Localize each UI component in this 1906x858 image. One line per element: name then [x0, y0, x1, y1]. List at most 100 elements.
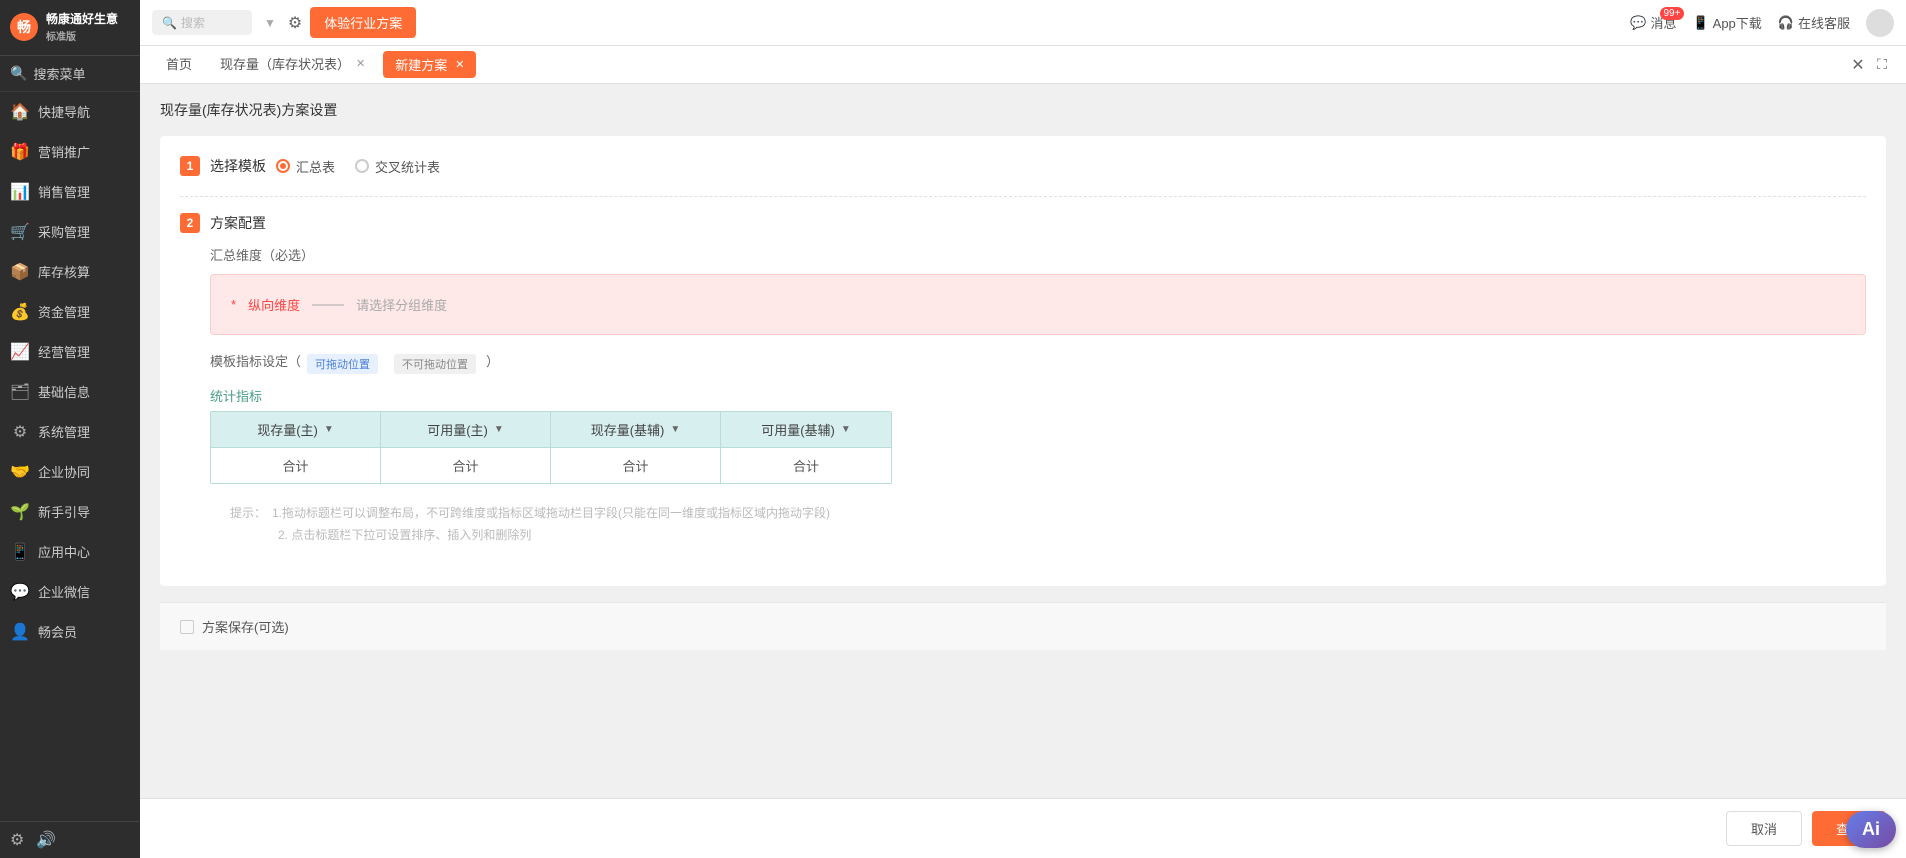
- sidebar-item-purchase[interactable]: 🛒 采购管理: [0, 212, 140, 252]
- sidebar-logo: 畅 畅康通好生意 标准版: [0, 0, 140, 56]
- sidebar-item-shortcut[interactable]: 🏠 快捷导航: [0, 92, 140, 132]
- topbar: 🔍 搜索 ▼ ⚙ 体验行业方案 💬 消息 99+ 📱 App下载 🎧 在线客服: [140, 0, 1906, 46]
- messages-count: 99+: [1660, 7, 1685, 20]
- gear-icon: ⚙: [10, 422, 30, 442]
- app-download-badge[interactable]: 📱 App下载: [1692, 13, 1761, 32]
- sidebar-item-label: 营销推广: [38, 142, 90, 161]
- tab-home[interactable]: 首页: [152, 46, 206, 83]
- sidebar-item-label: 新手引导: [38, 502, 90, 521]
- radio-summary-label: 汇总表: [296, 157, 335, 176]
- radio-crosstab[interactable]: 交叉统计表: [355, 157, 440, 176]
- radio-crosstab-label: 交叉统计表: [375, 157, 440, 176]
- sidebar-item-finance[interactable]: 💰 资金管理: [0, 292, 140, 332]
- cart-icon: 🛒: [10, 222, 30, 242]
- stats-col-chevron-2[interactable]: ▼: [670, 424, 680, 435]
- radio-summary-dot: [276, 159, 290, 173]
- user-avatar[interactable]: [1866, 9, 1894, 37]
- tab-inventory-status[interactable]: 现存量（库存状况表） ✕: [206, 46, 379, 83]
- stats-col-chevron-3[interactable]: ▼: [841, 424, 851, 435]
- sprout-icon: 🌱: [10, 502, 30, 522]
- page-title: 现存量(库存状况表)方案设置: [160, 100, 1886, 120]
- sidebar-item-label: 资金管理: [38, 302, 90, 321]
- sidebar-item-label: 企业协同: [38, 462, 90, 481]
- sidebar-bottom: ⚙ 🔊: [0, 821, 140, 858]
- sidebar-item-marketing[interactable]: 🎁 营销推广: [0, 132, 140, 172]
- stats-table-wrapper: 统计指标 现存量(主) ▼ 可用量(主) ▼: [210, 386, 1866, 487]
- handshake-icon: 🤝: [10, 462, 30, 482]
- app-name: 畅康通好生意: [46, 12, 118, 28]
- stats-table-title: 统计指标: [210, 386, 1866, 405]
- save-checkbox[interactable]: [180, 620, 194, 634]
- ai-badge[interactable]: Ai: [1846, 811, 1896, 848]
- sidebar-item-basic[interactable]: 🗂 基础信息: [0, 372, 140, 412]
- movable-badge: 可拖动位置: [307, 354, 378, 374]
- sidebar-item-label: 应用中心: [38, 542, 90, 561]
- logo-icon: 畅: [10, 13, 38, 41]
- settings-bottom-icon[interactable]: ⚙: [10, 830, 24, 850]
- step2-title: 方案配置: [210, 213, 266, 233]
- mobile-icon: 📱: [10, 542, 30, 562]
- topbar-gear-icon[interactable]: ⚙: [288, 13, 302, 33]
- download-icon: 📱: [1692, 15, 1708, 31]
- indicators-section: 模板指标设定（ 可拖动位置 不可拖动位置 ） 统计指标: [210, 351, 1866, 487]
- chart-icon: 📊: [10, 182, 30, 202]
- cancel-button[interactable]: 取消: [1726, 811, 1802, 846]
- dimension-field-label: 纵向维度: [248, 295, 300, 314]
- sidebar-item-label: 畅会员: [38, 622, 77, 641]
- topbar-right: 💬 消息 99+ 📱 App下载 🎧 在线客服: [1630, 9, 1894, 37]
- content-area: 现存量(库存状况表)方案设置 1 选择模板 汇总表 交叉统计表: [140, 84, 1906, 798]
- online-service-badge[interactable]: 🎧 在线客服: [1778, 13, 1850, 32]
- speaker-icon[interactable]: 🔊: [36, 830, 56, 850]
- message-icon: 💬: [1630, 15, 1646, 31]
- tip-1: 提示： 1.拖动标题栏可以调整布局，不可跨维度或指标区域拖动栏目字段(只能在同一…: [230, 503, 1866, 525]
- sidebar-item-label: 经营管理: [38, 342, 90, 361]
- sidebar-item-corp[interactable]: 🤝 企业协同: [0, 452, 140, 492]
- maximize-window-icon[interactable]: ⛶: [1870, 53, 1894, 77]
- dimension-area[interactable]: * 纵向维度 —— 请选择分组维度: [210, 274, 1866, 335]
- messages-badge[interactable]: 💬 消息 99+: [1630, 13, 1676, 32]
- tab-new-close-icon[interactable]: ✕: [455, 58, 464, 71]
- stats-col-header-2: 现存量(基辅) ▼: [551, 412, 721, 447]
- sidebar-item-apps[interactable]: 📱 应用中心: [0, 532, 140, 572]
- stats-table-header-row: 现存量(主) ▼ 可用量(主) ▼ 现存量(基辅): [211, 412, 891, 447]
- dimension-arrow: ——: [312, 296, 344, 314]
- sidebar-search[interactable]: 🔍 搜索菜单: [0, 56, 140, 92]
- close-window-icon[interactable]: ✕: [1846, 53, 1870, 77]
- radio-crosstab-dot: [355, 159, 369, 173]
- folder-icon: 🗂: [10, 382, 30, 402]
- indicator-settings-header: 模板指标设定（ 可拖动位置 不可拖动位置 ）: [210, 351, 1866, 376]
- sidebar-item-inventory[interactable]: 📦 库存核算: [0, 252, 140, 292]
- tab-new-plan[interactable]: 新建方案 ✕: [383, 51, 476, 78]
- sidebar-item-label: 企业微信: [38, 582, 90, 601]
- stats-col-header-text-1: 可用量(主): [427, 420, 488, 439]
- app-download-label: App下载: [1713, 13, 1762, 32]
- stats-col-chevron-0[interactable]: ▼: [324, 424, 334, 435]
- section-divider-1: [180, 196, 1866, 197]
- sidebar-search-label: 搜索菜单: [33, 64, 85, 83]
- sidebar-item-label: 库存核算: [38, 262, 90, 281]
- stats-col-cell-0: 合计: [211, 447, 381, 483]
- sidebar-item-wechat[interactable]: 💬 企业微信: [0, 572, 140, 612]
- radio-summary[interactable]: 汇总表: [276, 157, 335, 176]
- tab-inventory-close-icon[interactable]: ✕: [356, 57, 365, 70]
- stats-col-chevron-1[interactable]: ▼: [494, 424, 504, 435]
- stats-col-header-3: 可用量(基辅) ▼: [721, 412, 891, 447]
- sidebar-item-sales[interactable]: 📊 销售管理: [0, 172, 140, 212]
- stats-cell-text-3: 合计: [793, 456, 819, 475]
- sidebar-item-system[interactable]: ⚙ 系统管理: [0, 412, 140, 452]
- industry-btn[interactable]: 体验行业方案: [310, 7, 416, 38]
- topbar-search[interactable]: 🔍 搜索: [152, 10, 252, 35]
- stats-col-header-1: 可用量(主) ▼: [381, 412, 551, 447]
- sidebar-item-member[interactable]: 👤 畅会员: [0, 612, 140, 652]
- tips-section: 提示： 1.拖动标题栏可以调整布局，不可跨维度或指标区域拖动栏目字段(只能在同一…: [210, 503, 1866, 546]
- headset-icon: 🎧: [1778, 15, 1794, 31]
- sidebar-item-label: 采购管理: [38, 222, 90, 241]
- template-radio-group: 汇总表 交叉统计表: [276, 157, 440, 176]
- save-checkbox-label: 方案保存(可选): [202, 617, 289, 636]
- sidebar-item-label: 销售管理: [38, 182, 90, 201]
- sidebar-item-business[interactable]: 📈 经营管理: [0, 332, 140, 372]
- chat-icon: 💬: [10, 582, 30, 602]
- sidebar-item-newbie[interactable]: 🌱 新手引导: [0, 492, 140, 532]
- tab-new-label: 新建方案: [395, 55, 447, 74]
- step2-num: 2: [180, 213, 200, 233]
